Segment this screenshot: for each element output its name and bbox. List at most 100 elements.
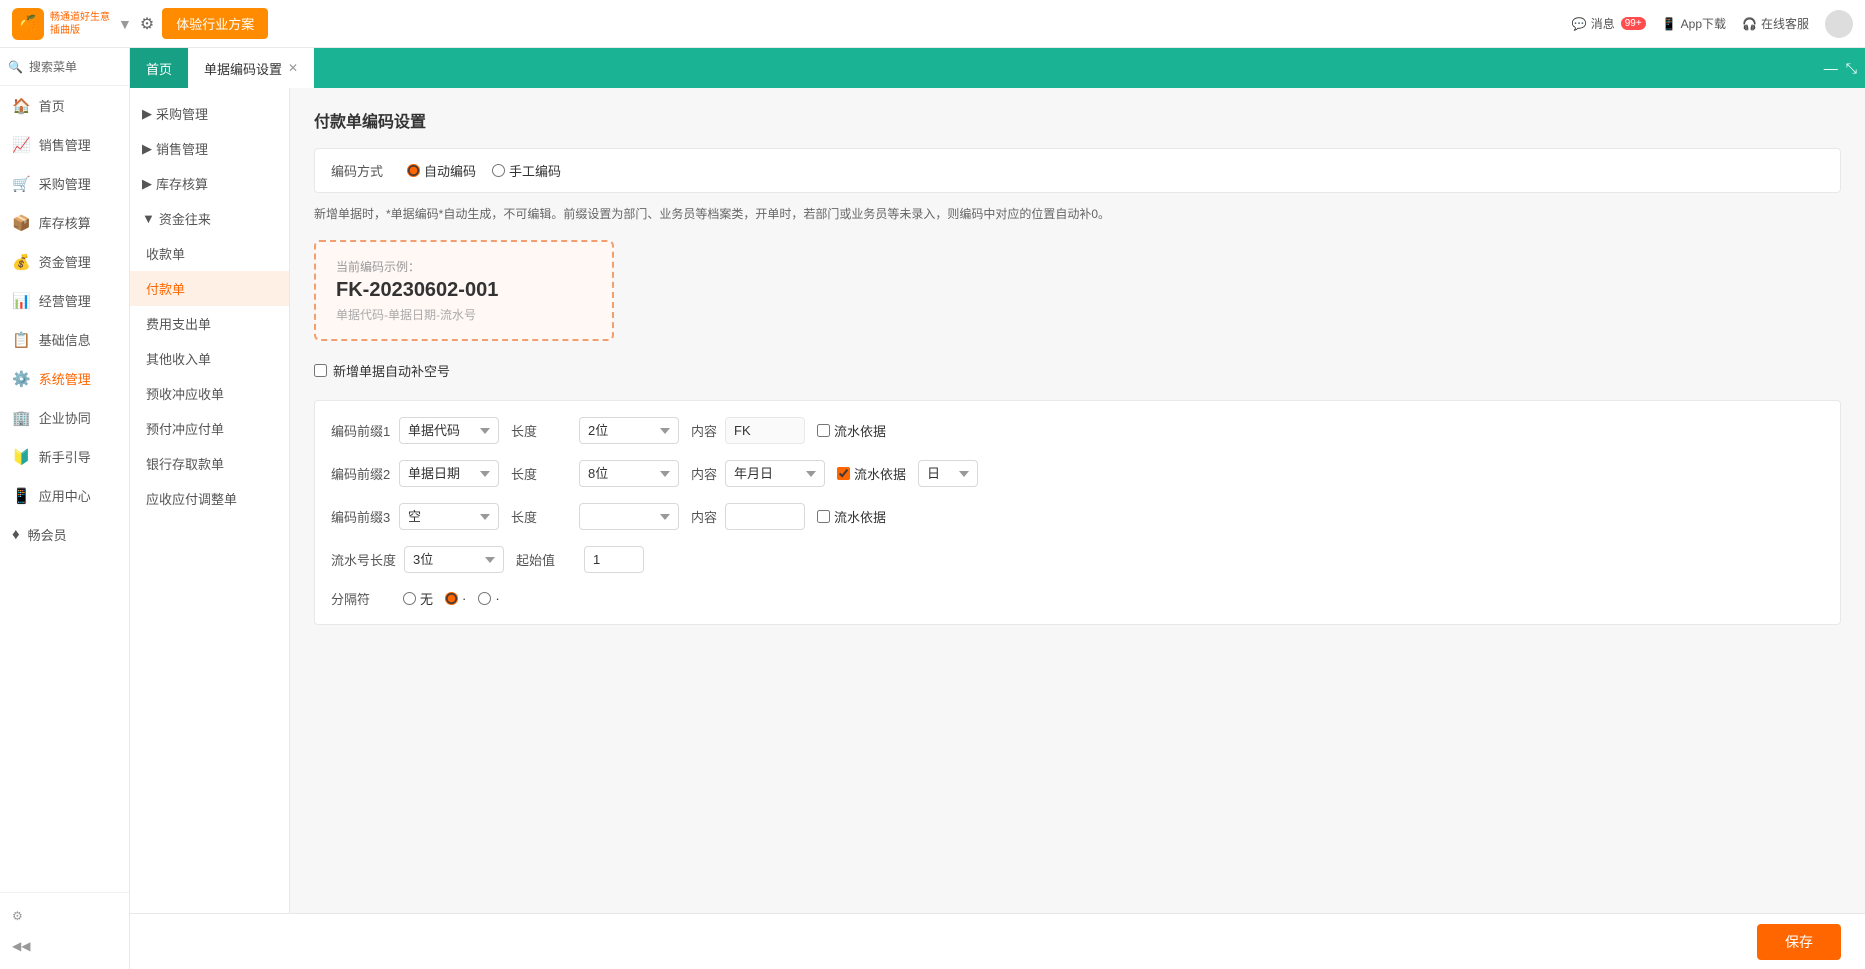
nav-arrow-down[interactable]: ▼ xyxy=(118,16,132,32)
prefix1-select[interactable]: 单据代码 xyxy=(399,417,499,444)
sidebar-item-operation[interactable]: 📊 经营管理 xyxy=(0,281,129,320)
sidebar-item-purchase[interactable]: 🛒 采购管理 xyxy=(0,164,129,203)
length1-label: 长度 xyxy=(511,421,571,440)
prefix2-select[interactable]: 单据日期 xyxy=(399,460,499,487)
vip-icon: ♦ xyxy=(12,526,20,543)
sidebar-search[interactable]: 🔍 搜索菜单 xyxy=(0,48,129,86)
tab-minimize-icon[interactable]: — xyxy=(1824,60,1838,76)
top-header: 🍊 畅通道好生意 插曲版 ▼ ⚙ 体验行业方案 💬 消息 99+ 📱 App下载… xyxy=(0,0,1865,48)
sub-menu-fund-header[interactable]: ▼ 资金往来 xyxy=(130,201,289,236)
serial-length-select[interactable]: 3位 xyxy=(404,546,504,573)
search-icon: 🔍 xyxy=(8,60,23,74)
sub-menu-sales-header[interactable]: ▶ 销售管理 xyxy=(130,131,289,166)
length2-select[interactable]: 8位 xyxy=(579,460,679,487)
length1-select[interactable]: 2位 xyxy=(579,417,679,444)
trial-btn[interactable]: 体验行业方案 xyxy=(162,8,268,39)
tab-invoice-code[interactable]: 单据编码设置 ✕ xyxy=(188,48,314,88)
sep-none-label[interactable]: 无 xyxy=(403,589,433,608)
sidebar-item-enterprise[interactable]: 🏢 企业协同 xyxy=(0,398,129,437)
header-right: 💬 消息 99+ 📱 App下载 🎧 在线客服 xyxy=(1572,10,1853,38)
manual-code-label[interactable]: 手工编码 xyxy=(492,161,561,180)
separator-label: 分隔符 xyxy=(331,589,391,608)
prefix1-label: 编码前缀1 xyxy=(331,421,391,440)
sidebar-bottom: ⚙ ◀◀ xyxy=(0,892,129,969)
liushui3-checkbox[interactable]: 流水依据 xyxy=(817,507,886,526)
code-preview-label: 当前编码示例： xyxy=(336,258,592,275)
sep-none-radio[interactable] xyxy=(403,592,416,605)
liushui3-check[interactable] xyxy=(817,510,830,523)
sidebar-item-apps[interactable]: 📱 应用中心 xyxy=(0,476,129,515)
sidebar-item-vip[interactable]: ♦ 畅会员 xyxy=(0,515,129,554)
sub-menu-item-expense[interactable]: 费用支出单 xyxy=(130,306,289,341)
liushui2-checkbox[interactable]: 流水依据 xyxy=(837,464,906,483)
tab-home[interactable]: 首页 xyxy=(130,48,188,88)
length3-group: 长度 xyxy=(511,503,679,530)
sep-dot-radio[interactable] xyxy=(445,592,458,605)
content3-input[interactable] xyxy=(725,503,805,530)
liushui2-check[interactable] xyxy=(837,467,850,480)
settings-icon[interactable]: ⚙ xyxy=(140,14,154,34)
app-download-btn[interactable]: 📱 App下载 xyxy=(1662,15,1726,32)
sep-dot-label[interactable]: · xyxy=(445,591,466,606)
sub-menu-inventory-header[interactable]: ▶ 库存核算 xyxy=(130,166,289,201)
sub-menu-item-prepay-offset[interactable]: 预收冲应收单 xyxy=(130,376,289,411)
liushui1-check[interactable] xyxy=(817,424,830,437)
sub-menu-item-bank[interactable]: 银行存取款单 xyxy=(130,446,289,481)
manual-code-radio[interactable] xyxy=(492,164,505,177)
tab-maximize-icon[interactable]: ⤡ xyxy=(1846,60,1857,77)
length3-select[interactable] xyxy=(579,503,679,530)
message-btn[interactable]: 💬 消息 99+ xyxy=(1572,15,1646,32)
content3-label: 内容 xyxy=(691,507,717,526)
sub-menu-item-payment[interactable]: 付款单 xyxy=(130,271,289,306)
user-avatar[interactable] xyxy=(1825,10,1853,38)
sidebar-collapse-btn[interactable]: ◀◀ xyxy=(0,931,129,961)
length2-group: 长度 8位 xyxy=(511,460,679,487)
apps-icon: 📱 xyxy=(12,487,31,505)
auto-code-radio[interactable] xyxy=(407,164,420,177)
main-layout: 🔍 搜索菜单 🏠 首页 📈 销售管理 🛒 采购管理 📦 库存核算 💰 资金管理 … xyxy=(0,48,1865,969)
logo-icon: 🍊 xyxy=(12,8,44,40)
sidebar-settings-btn[interactable]: ⚙ xyxy=(0,901,129,931)
liushui1-label: 流水依据 xyxy=(834,421,886,440)
logo-area: 🍊 畅通道好生意 插曲版 xyxy=(12,8,110,40)
service-btn[interactable]: 🎧 在线客服 xyxy=(1742,15,1809,32)
day-select[interactable]: 日 xyxy=(918,460,978,487)
code-mode-label: 编码方式 xyxy=(331,161,391,180)
sub-menu-purchase-header[interactable]: ▶ 采购管理 xyxy=(130,96,289,131)
chevron-right-icon2: ▶ xyxy=(142,141,152,157)
sub-menu-item-receipt[interactable]: 收款单 xyxy=(130,236,289,271)
sep-dot2-label[interactable]: · xyxy=(478,591,499,606)
sub-menu-item-advance-offset[interactable]: 预付冲应付单 xyxy=(130,411,289,446)
auto-fill-label: 新增单据自动补空号 xyxy=(333,361,450,380)
content3-group: 内容 xyxy=(691,503,805,530)
save-button[interactable]: 保存 xyxy=(1757,924,1841,960)
prefix3-select[interactable]: 空 xyxy=(399,503,499,530)
service-icon: 🎧 xyxy=(1742,17,1757,31)
sidebar-item-home[interactable]: 🏠 首页 xyxy=(0,86,129,125)
sub-menu-item-adjust[interactable]: 应收应付调整单 xyxy=(130,481,289,516)
system-icon: ⚙️ xyxy=(12,370,31,388)
sidebar-item-system[interactable]: ⚙️ 系统管理 xyxy=(0,359,129,398)
chevron-right-icon: ▶ xyxy=(142,106,152,122)
start-value-input[interactable] xyxy=(584,546,644,573)
app-icon: 📱 xyxy=(1662,17,1677,31)
sidebar-item-finance[interactable]: 💰 资金管理 xyxy=(0,242,129,281)
start-value-label: 起始值 xyxy=(516,550,576,569)
prefix2-label: 编码前缀2 xyxy=(331,464,391,483)
sidebar-item-sales[interactable]: 📈 销售管理 xyxy=(0,125,129,164)
tab-close-icon[interactable]: ✕ xyxy=(288,61,298,75)
sub-menu-item-other-income[interactable]: 其他收入单 xyxy=(130,341,289,376)
auto-fill-row: 新增单据自动补空号 xyxy=(314,361,1841,380)
basic-icon: 📋 xyxy=(12,331,31,349)
sep-dot2-radio[interactable] xyxy=(478,592,491,605)
auto-fill-checkbox[interactable] xyxy=(314,364,327,377)
prefix3-group: 编码前缀3 空 xyxy=(331,503,499,530)
sidebar-item-basic[interactable]: 📋 基础信息 xyxy=(0,320,129,359)
info-text: 新增单据时，*单据编码*自动生成，不可编辑。前缀设置为部门、业务员等档案类，开单… xyxy=(314,205,1841,224)
sidebar-item-inventory[interactable]: 📦 库存核算 xyxy=(0,203,129,242)
sub-menu-purchase: ▶ 采购管理 xyxy=(130,96,289,131)
sidebar-item-guide[interactable]: 🔰 新手引导 xyxy=(0,437,129,476)
content2-select[interactable]: 年月日 xyxy=(725,460,825,487)
auto-code-label[interactable]: 自动编码 xyxy=(407,161,476,180)
liushui1-checkbox[interactable]: 流水依据 xyxy=(817,421,886,440)
